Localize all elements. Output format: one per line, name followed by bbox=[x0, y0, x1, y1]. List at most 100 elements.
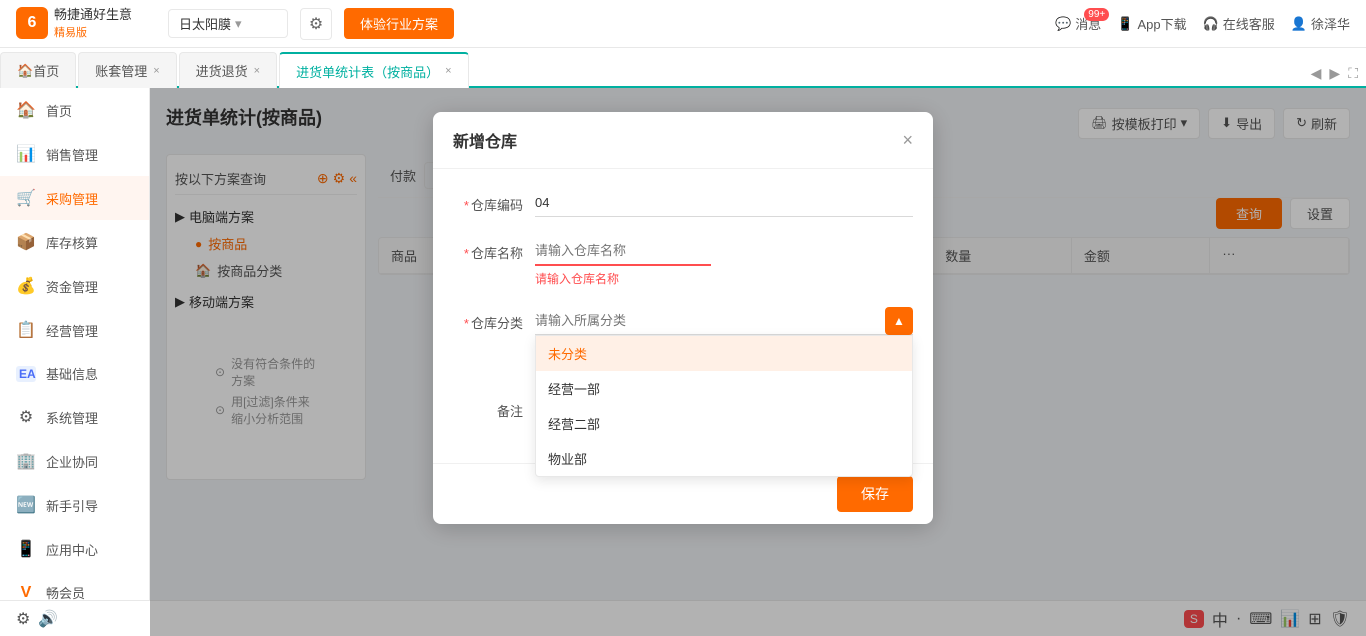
chevron-up-icon: ▲ bbox=[893, 314, 905, 328]
tab-purchase-return[interactable]: 进货退货 × bbox=[179, 52, 277, 88]
dropdown-item-uncategorized[interactable]: 未分类 bbox=[536, 336, 912, 371]
content-wrapper: 进货单统计(按商品) 🖨 按模板打印 ▾ ⬇ 导出 ↻ 刷新 bbox=[150, 88, 1366, 636]
name-label: *仓库名称 bbox=[453, 237, 523, 262]
tab-home[interactable]: 🏠 首页 bbox=[0, 52, 76, 88]
tab-accounts-label: 账套管理 bbox=[95, 61, 147, 80]
sidebar-item-system[interactable]: ⚙ 系统管理 bbox=[0, 395, 149, 439]
tab-purchase-return-label: 进货退货 bbox=[196, 61, 248, 80]
tab-accounts[interactable]: 账套管理 × bbox=[78, 52, 176, 88]
main-layout: 🏠 首页 📊 销售管理 🛒 采购管理 📦 库存核算 💰 资金管理 📋 经营管理 … bbox=[0, 88, 1366, 636]
headset-icon: 🎧 bbox=[1203, 16, 1219, 32]
tab-nav-left[interactable]: ◀ bbox=[1311, 65, 1322, 82]
avatar-icon: 👤 bbox=[1291, 16, 1307, 32]
member-icon: V bbox=[16, 584, 36, 602]
sidebar-item-enterprise[interactable]: 🏢 企业协同 bbox=[0, 439, 149, 483]
modal-dialog: 新增仓库 × *仓库编码 *仓库名称 bbox=[433, 112, 933, 524]
chevron-down-icon: ▾ bbox=[235, 16, 242, 32]
sidebar-item-inventory[interactable]: 📦 库存核算 bbox=[0, 220, 149, 264]
sidebar-enterprise-label: 企业协同 bbox=[46, 452, 98, 471]
app-download-button[interactable]: 📱 App下载 bbox=[1117, 14, 1186, 33]
home-sidebar-icon: 🏠 bbox=[16, 100, 36, 120]
code-input[interactable] bbox=[535, 189, 913, 217]
sidebar-finance-label: 资金管理 bbox=[46, 277, 98, 296]
tab-purchase-stats-close[interactable]: × bbox=[445, 65, 451, 77]
save-button[interactable]: 保存 bbox=[837, 476, 913, 512]
gear-button[interactable]: ⚙ bbox=[300, 8, 332, 40]
sidebar-home-label: 首页 bbox=[46, 101, 72, 120]
category-dropdown-wrapper: ▲ 未分类 经营一部 经营二部 物业部 bbox=[535, 307, 913, 335]
dropdown-arrow-button[interactable]: ▲ bbox=[885, 307, 913, 335]
store-name: 日太阳膜 bbox=[179, 14, 231, 33]
code-label: *仓库编码 bbox=[453, 189, 523, 214]
sidebar-item-newbie[interactable]: 🆕 新手引导 bbox=[0, 483, 149, 527]
user-avatar[interactable]: 👤 徐泽华 bbox=[1291, 14, 1350, 33]
sidebar-newbie-label: 新手引导 bbox=[46, 496, 98, 515]
system-icon: ⚙ bbox=[16, 407, 36, 427]
sidebar-item-home[interactable]: 🏠 首页 bbox=[0, 88, 149, 132]
name-input[interactable] bbox=[535, 237, 711, 266]
tab-bar-right: ◀ ▶ ⛶ bbox=[1311, 65, 1366, 86]
tab-purchase-return-close[interactable]: × bbox=[254, 65, 260, 77]
logo-title: 畅捷通好生意 bbox=[54, 7, 132, 24]
phone-icon: 📱 bbox=[1117, 16, 1133, 32]
sidebar-purchase-label: 采购管理 bbox=[46, 189, 98, 208]
tab-home-label: 首页 bbox=[33, 61, 59, 80]
newbie-icon: 🆕 bbox=[16, 495, 36, 515]
operations-icon: 📋 bbox=[16, 320, 36, 340]
tab-accounts-close[interactable]: × bbox=[153, 65, 159, 77]
audio-icon[interactable]: 🔊 bbox=[38, 609, 58, 629]
tab-nav-right[interactable]: ▶ bbox=[1329, 65, 1340, 82]
sidebar-sales-label: 销售管理 bbox=[46, 145, 98, 164]
name-error-msg: 请输入仓库名称 bbox=[535, 270, 711, 287]
home-icon: 🏠 bbox=[17, 63, 33, 79]
purchase-icon: 🛒 bbox=[16, 188, 36, 208]
dropdown-item-dept1[interactable]: 经营一部 bbox=[536, 371, 912, 406]
message-badge: 99+ bbox=[1084, 8, 1109, 21]
sidebar-item-apps[interactable]: 📱 应用中心 bbox=[0, 527, 149, 571]
enterprise-icon: 🏢 bbox=[16, 451, 36, 471]
tab-purchase-stats[interactable]: 进货单统计表（按商品） × bbox=[279, 52, 468, 88]
logo-sub: 精易版 bbox=[54, 24, 132, 40]
sidebar-item-finance[interactable]: 💰 资金管理 bbox=[0, 264, 149, 308]
modal-overlay[interactable]: 新增仓库 × *仓库编码 *仓库名称 bbox=[150, 88, 1366, 636]
sidebar-item-basics[interactable]: EA 基础信息 bbox=[0, 352, 149, 395]
tab-nav-expand[interactable]: ⛶ bbox=[1348, 65, 1358, 82]
sales-icon: 📊 bbox=[16, 144, 36, 164]
sidebar-item-operations[interactable]: 📋 经营管理 bbox=[0, 308, 149, 352]
modal-header: 新增仓库 × bbox=[433, 112, 933, 169]
gear-icon: ⚙ bbox=[309, 14, 323, 34]
sidebar: 🏠 首页 📊 销售管理 🛒 采购管理 📦 库存核算 💰 资金管理 📋 经营管理 … bbox=[0, 88, 150, 636]
note-label: 备注 bbox=[453, 395, 523, 420]
sidebar-apps-label: 应用中心 bbox=[46, 540, 98, 559]
username: 徐泽华 bbox=[1311, 14, 1350, 33]
sidebar-inventory-label: 库存核算 bbox=[46, 233, 98, 252]
modal-body: *仓库编码 *仓库名称 请输入仓库名称 bbox=[433, 169, 933, 463]
tab-bar: 🏠 首页 账套管理 × 进货退货 × 进货单统计表（按商品） × ◀ ▶ ⛶ bbox=[0, 48, 1366, 88]
tab-purchase-stats-label: 进货单统计表（按商品） bbox=[296, 62, 439, 81]
message-icon: 💬 bbox=[1055, 16, 1071, 32]
apps-icon: 📱 bbox=[16, 539, 36, 559]
sidebar-item-sales[interactable]: 📊 销售管理 bbox=[0, 132, 149, 176]
basics-icon: EA bbox=[16, 366, 36, 382]
top-right: 💬 消息 99+ 📱 App下载 🎧 在线客服 👤 徐泽华 bbox=[1055, 14, 1350, 33]
top-bar: 6 畅捷通好生意 精易版 日太阳膜 ▾ ⚙ 体验行业方案 💬 消息 99+ 📱 … bbox=[0, 0, 1366, 48]
online-service-button[interactable]: 🎧 在线客服 bbox=[1203, 14, 1275, 33]
sidebar-item-purchase[interactable]: 🛒 采购管理 bbox=[0, 176, 149, 220]
dropdown-item-dept3[interactable]: 物业部 bbox=[536, 441, 912, 476]
logo-icon: 6 bbox=[16, 7, 48, 39]
form-row-code: *仓库编码 bbox=[453, 189, 913, 217]
category-dropdown-list: 未分类 经营一部 经营二部 物业部 bbox=[535, 335, 913, 477]
dropdown-item-dept2[interactable]: 经营二部 bbox=[536, 406, 912, 441]
sidebar-operations-label: 经营管理 bbox=[46, 321, 98, 340]
form-row-category: *仓库分类 ▲ 未分类 经营一部 经营二部 bbox=[453, 307, 913, 335]
category-input[interactable] bbox=[535, 307, 913, 335]
trial-button[interactable]: 体验行业方案 bbox=[344, 8, 454, 39]
bottom-left: ⚙ 🔊 bbox=[16, 609, 58, 629]
category-label: *仓库分类 bbox=[453, 307, 523, 332]
modal-close-button[interactable]: × bbox=[902, 130, 913, 151]
store-selector[interactable]: 日太阳膜 ▾ bbox=[168, 9, 288, 38]
settings-bottom-icon[interactable]: ⚙ bbox=[16, 609, 30, 629]
logo-area: 6 畅捷通好生意 精易版 bbox=[16, 7, 156, 40]
message-button[interactable]: 💬 消息 99+ bbox=[1055, 14, 1101, 33]
sidebar-basics-label: 基础信息 bbox=[46, 364, 98, 383]
